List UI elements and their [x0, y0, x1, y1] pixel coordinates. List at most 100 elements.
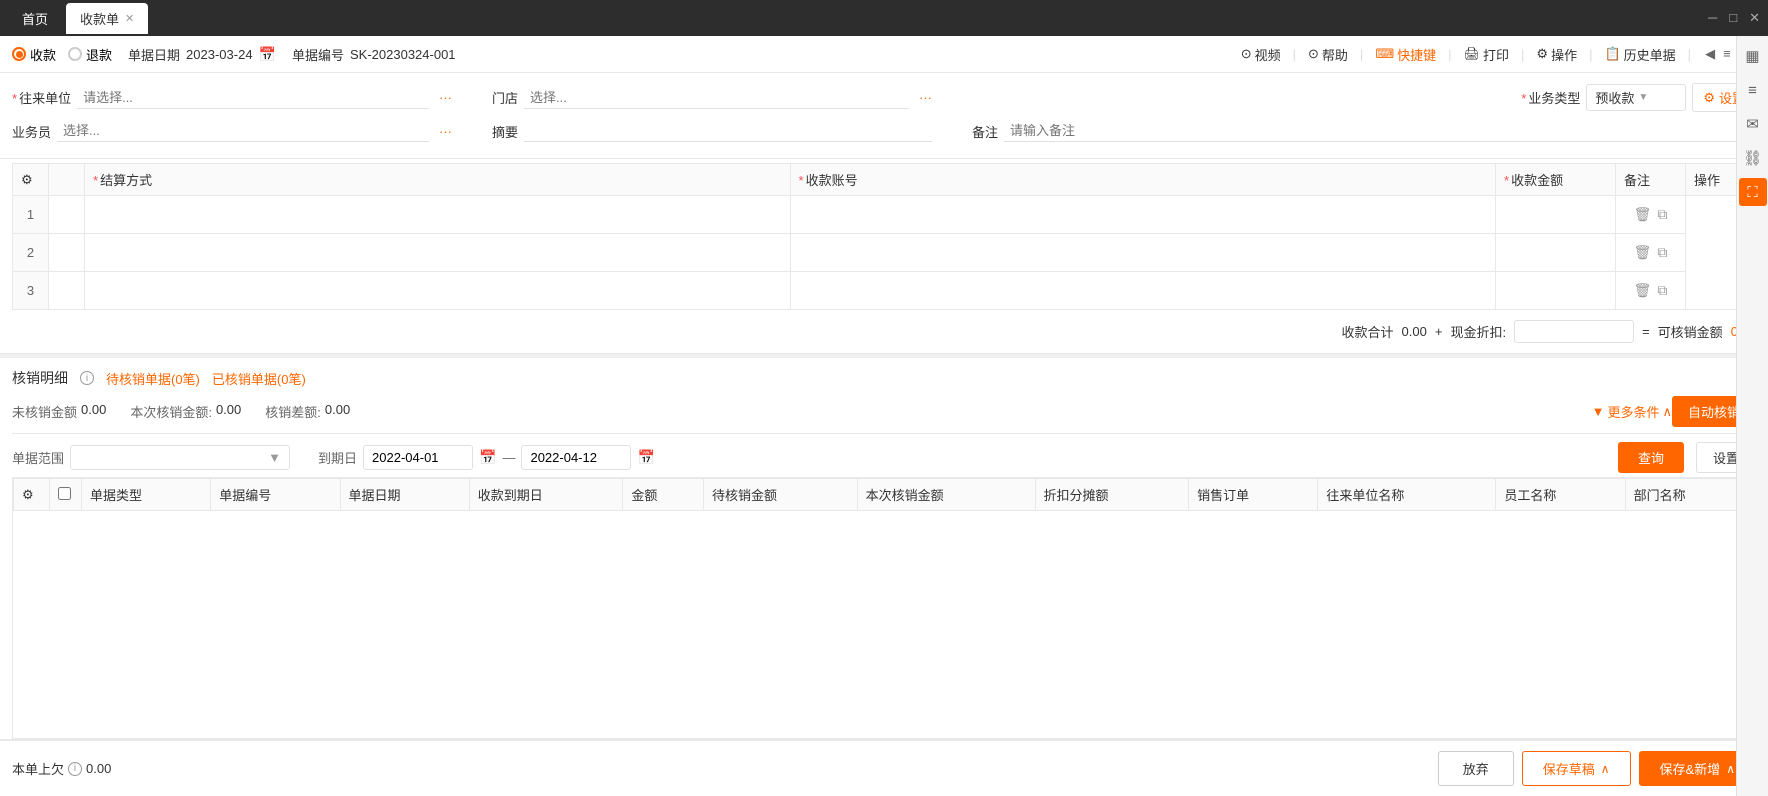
bill-no-field: 单据编号 SK-20230324-001: [292, 45, 456, 64]
calendar-from-icon[interactable]: 📅: [479, 449, 496, 466]
form-row-1: 往来单位 ··· 门店 ··· 业务类型 预收款 ▼ ⚙ 设置: [12, 83, 1756, 112]
table-row: 1 🗑 ⧉: [13, 196, 1756, 234]
layout-list[interactable]: ≡: [1721, 44, 1733, 64]
nav-tab-close[interactable]: ✕: [125, 12, 134, 25]
counterparty-input[interactable]: [77, 87, 429, 109]
discount-input[interactable]: [1514, 320, 1634, 343]
staff-more[interactable]: ···: [439, 124, 452, 139]
row-2-remark[interactable]: [1496, 234, 1616, 272]
staff-input[interactable]: [57, 120, 429, 142]
row-1-remark[interactable]: [1496, 196, 1616, 234]
sidebar-table-view[interactable]: ▦: [1739, 42, 1767, 70]
delete-icon-1[interactable]: 🗑: [1634, 206, 1652, 223]
query-btn[interactable]: 查询: [1618, 442, 1684, 473]
store-more[interactable]: ···: [919, 90, 932, 105]
row-3-account[interactable]: [85, 272, 791, 310]
bth-gear[interactable]: ⚙: [14, 479, 50, 511]
row-1-account[interactable]: [85, 196, 791, 234]
bth-sales-order: 销售订单: [1189, 479, 1318, 511]
nav-minimize[interactable]: ─: [1708, 10, 1717, 26]
nav-tab-receipt[interactable]: 收款单 ✕: [66, 3, 148, 34]
ops-link[interactable]: ⚙ 操作: [1536, 45, 1577, 64]
bill-date-value[interactable]: 2023-03-24: [186, 47, 253, 62]
print-link[interactable]: 🖨 打印: [1463, 45, 1509, 64]
layout-prev[interactable]: ◀: [1703, 44, 1717, 64]
calendar-icon[interactable]: 📅: [259, 46, 276, 63]
row-2-amount[interactable]: [790, 234, 1496, 272]
stat-current-value: 0.00: [216, 402, 241, 421]
radio-refund[interactable]: 退款: [68, 45, 112, 64]
row-2-account[interactable]: [85, 234, 791, 272]
date-to-input[interactable]: [521, 445, 631, 470]
row-3-remark[interactable]: [1496, 272, 1616, 310]
bill-no-value[interactable]: SK-20230324-001: [350, 47, 456, 62]
sidebar-email-view[interactable]: ✉: [1739, 110, 1767, 138]
delete-icon-2[interactable]: 🗑: [1634, 244, 1652, 261]
nav-controls: ─ □ ✕: [1708, 10, 1760, 26]
table-row: 3 🗑 ⧉: [13, 272, 1756, 310]
video-link[interactable]: ⊙ 视频: [1241, 45, 1281, 64]
footer-info-icon[interactable]: i: [68, 762, 82, 776]
staff-field: 业务员 ···: [12, 120, 452, 142]
calendar-to-icon[interactable]: 📅: [637, 449, 654, 466]
business-type-select[interactable]: 预收款 ▼: [1586, 84, 1686, 111]
bth-checkbox: [50, 479, 82, 511]
sidebar-link-view[interactable]: ⛓: [1739, 144, 1767, 172]
footer-info: 本单上欠 i 0.00: [12, 759, 111, 778]
bth-bill-type: 单据类型: [82, 479, 211, 511]
sidebar-expand-view[interactable]: ⛶: [1739, 178, 1767, 206]
business-type-label: 业务类型: [1521, 88, 1580, 107]
row-1-settlement[interactable]: [49, 196, 85, 234]
verify-tab-pending[interactable]: 待核销单据(0笔): [106, 369, 200, 388]
row-3-amount[interactable]: [790, 272, 1496, 310]
summary-input[interactable]: [524, 120, 932, 142]
row-2-settlement[interactable]: [49, 234, 85, 272]
note-field: 备注: [972, 120, 1756, 142]
stat-diff-value: 0.00: [325, 402, 350, 421]
th-gear[interactable]: ⚙: [13, 164, 49, 196]
store-input[interactable]: [524, 87, 909, 109]
nav-close[interactable]: ✕: [1749, 10, 1760, 26]
bottom-table-area[interactable]: ⚙ 单据类型 单据编号 单据日期 收款到期日 金额 待核销金额 本次核销金额 折…: [12, 477, 1756, 739]
top-nav: 首页 收款单 ✕ ─ □ ✕: [0, 0, 1768, 36]
row-1-amount[interactable]: [790, 196, 1496, 234]
help-link[interactable]: ⊙ 帮助: [1308, 45, 1348, 64]
verify-info-icon[interactable]: i: [80, 371, 94, 385]
verify-stats-row: 未核销金额 0.00 本次核销金额: 0.00 核销差额: 0.00 ▼ 更多条…: [12, 396, 1756, 427]
form-row-2: 业务员 ··· 摘要 备注: [12, 120, 1756, 142]
note-input[interactable]: [1004, 120, 1756, 142]
copy-icon-2[interactable]: ⧉: [1657, 244, 1667, 261]
stat-diff: 核销差额: 0.00: [265, 402, 350, 421]
save-draft-btn[interactable]: 保存草稿 ∧: [1522, 751, 1631, 786]
sidebar-list-view[interactable]: ≡: [1739, 76, 1767, 104]
counterparty-more[interactable]: ···: [439, 90, 452, 105]
copy-icon-3[interactable]: ⧉: [1657, 282, 1667, 299]
copy-icon-1[interactable]: ⧉: [1657, 206, 1667, 223]
th-amount: 收款金额: [1496, 164, 1616, 196]
th-account: 收款账号: [790, 164, 1496, 196]
nav-maximize[interactable]: □: [1729, 10, 1737, 26]
select-all-checkbox[interactable]: [58, 487, 71, 500]
row-3-settlement[interactable]: [49, 272, 85, 310]
history-link[interactable]: 📋 历史单据: [1604, 45, 1675, 64]
radio-receipt[interactable]: 收款: [12, 45, 56, 64]
nav-tab-home[interactable]: 首页: [8, 3, 62, 34]
bth-amount: 金额: [623, 479, 704, 511]
radio-group: 收款 退款: [12, 45, 112, 64]
range-filter-field: 单据范围 ▼: [12, 445, 290, 470]
shortcut-link[interactable]: ⌨ 快捷键: [1375, 45, 1436, 64]
abandon-btn[interactable]: 放弃: [1438, 751, 1514, 786]
available-label: 可核销金额: [1658, 322, 1723, 341]
staff-label: 业务员: [12, 122, 51, 141]
verify-tab-done[interactable]: 已核销单据(0笔): [212, 369, 306, 388]
summary-row: 收款合计 0.00 + 现金折扣: = 可核销金额 0.00: [0, 310, 1768, 354]
business-type-field: 业务类型 预收款 ▼ ⚙ 设置: [972, 83, 1756, 112]
delete-icon-3[interactable]: 🗑: [1634, 282, 1652, 299]
footer-label: 本单上欠: [12, 759, 64, 778]
stat-unchecked-value: 0.00: [81, 402, 106, 421]
range-select[interactable]: ▼: [70, 445, 290, 470]
filter-icon: ▼: [1592, 404, 1605, 419]
more-conditions-btn[interactable]: ▼ 更多条件 ∧: [1592, 402, 1672, 421]
main-area: 收款 退款 单据日期 2023-03-24 📅 单据编号 SK-20230324…: [0, 36, 1768, 796]
date-from-input[interactable]: [363, 445, 473, 470]
